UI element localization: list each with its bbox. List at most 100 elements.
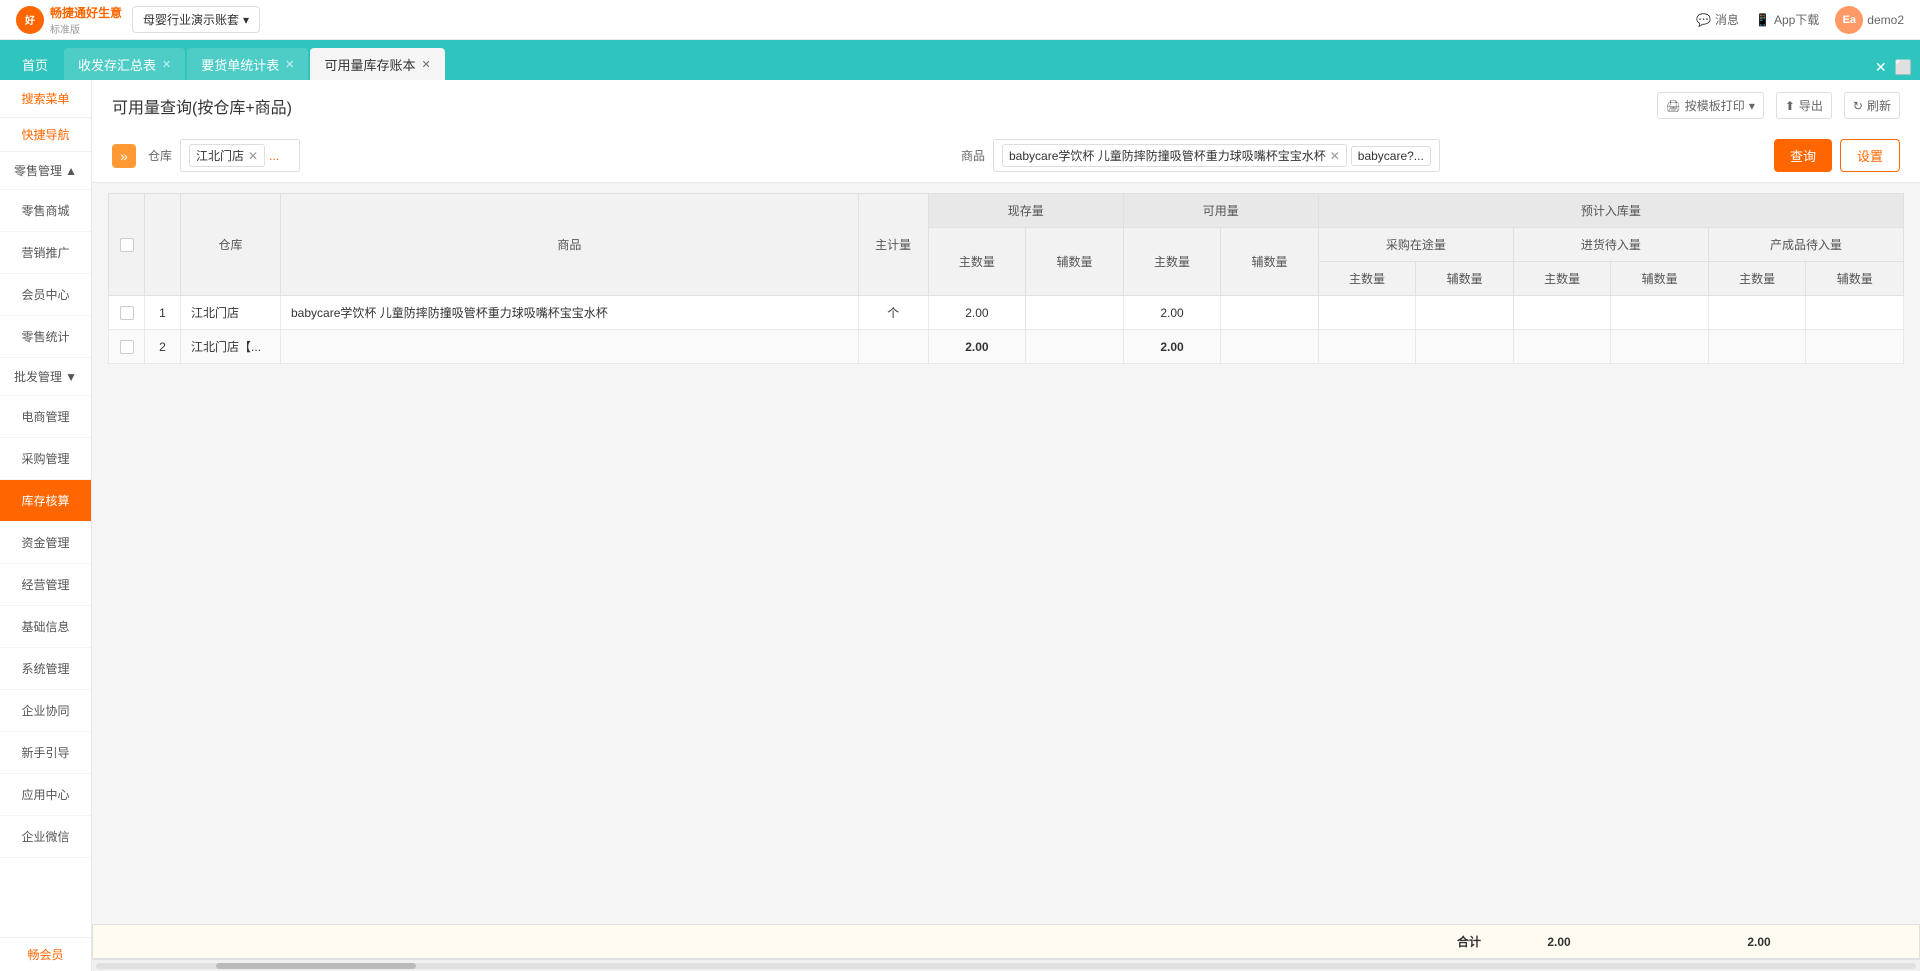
warehouse-filter: 仓库 江北门店 ✕ ...: [148, 139, 949, 172]
tab-receive-send-close[interactable]: ✕: [162, 58, 171, 71]
page-title-row: 可用量查询(按仓库+商品) 🖨 按模板打印 ▾ ⬆ 导出 ↻ 刷新: [112, 92, 1900, 129]
tab-order-stats-close[interactable]: ✕: [285, 58, 294, 71]
th-seq: [145, 194, 181, 296]
tab-order-stats[interactable]: 要货单统计表 ✕: [187, 48, 308, 80]
sidebar-item-enterprise-collab[interactable]: 企业协同: [0, 690, 91, 732]
page-title: 可用量查询(按仓库+商品): [112, 94, 292, 118]
table-row: 1 江北门店 babycare学饮杯 儿童防摔防撞吸管杯重力球吸嘴杯宝宝水杯 个…: [109, 296, 1904, 330]
sidebar-item-stock-check[interactable]: 库存核算: [0, 480, 91, 522]
avatar: Ea: [1835, 6, 1863, 34]
sidebar-item-retail-mgmt[interactable]: 零售管理 ▲: [0, 152, 91, 190]
product-tag-1: babycare学饮杯 儿童防摔防撞吸管杯重力球吸嘴杯宝宝水杯 ✕: [1002, 144, 1347, 167]
th-product: 商品: [281, 194, 859, 296]
warehouse-input[interactable]: 江北门店 ✕ ...: [180, 139, 300, 172]
th-current-sub: 辅数量: [1026, 228, 1124, 296]
user-menu[interactable]: Ea demo2: [1835, 6, 1904, 34]
th-purchase-main: 主数量: [1318, 262, 1416, 296]
th-gear: [109, 194, 145, 296]
dropdown-icon: ▾: [1749, 99, 1755, 113]
sidebar-item-ecom-mgmt[interactable]: 电商管理: [0, 396, 91, 438]
sidebar-item-member-center[interactable]: 会员中心: [0, 274, 91, 316]
tab-home[interactable]: 首页: [8, 48, 62, 80]
industry-selector[interactable]: 母婴行业演示账套 ▾: [132, 6, 260, 33]
th-purchase-in-transit: 采购在途量: [1318, 228, 1513, 262]
sidebar-item-new-guide[interactable]: 新手引导: [0, 732, 91, 774]
table-footer: 合计 2.00 2.00: [92, 924, 1920, 959]
th-product-sub: 辅数量: [1806, 262, 1904, 296]
th-product-pending: 产成品待入量: [1708, 228, 1903, 262]
page-header: 可用量查询(按仓库+商品) 🖨 按模板打印 ▾ ⬆ 导出 ↻ 刷新: [92, 80, 1920, 183]
sidebar-item-app-center[interactable]: 应用中心: [0, 774, 91, 816]
sidebar-quick-nav[interactable]: 快捷导航: [0, 118, 91, 152]
sidebar-item-retail-stats[interactable]: 零售统计: [0, 316, 91, 358]
chevron-down-icon: ▾: [243, 13, 249, 27]
setting-button[interactable]: 设置: [1840, 139, 1900, 172]
chevron-icon: ▲: [65, 164, 77, 178]
table-section: 仓库 商品 主计量 现存量 可用量 预计入库量 主数量 辅数量 主数量 辅数量 …: [92, 183, 1920, 924]
warehouse-tag: 江北门店 ✕: [189, 144, 265, 167]
app-download-btn[interactable]: 📱 App下载: [1755, 11, 1819, 28]
sidebar-item-marketing[interactable]: 营销推广: [0, 232, 91, 274]
filter-toggle-btn[interactable]: »: [112, 144, 136, 168]
page-actions: 🖨 按模板打印 ▾ ⬆ 导出 ↻ 刷新: [1657, 92, 1900, 119]
filter-actions: 查询 设置: [1774, 139, 1900, 172]
sidebar-item-finance-mgmt[interactable]: 资金管理: [0, 522, 91, 564]
horizontal-scrollbar[interactable]: [92, 959, 1920, 971]
tab-available-stock[interactable]: 可用量库存账本 ✕: [310, 48, 444, 80]
scroll-track: [96, 963, 1916, 969]
top-bar-right: 💬 消息 📱 App下载 Ea demo2: [1696, 6, 1904, 34]
sidebar-item-basic-info[interactable]: 基础信息: [0, 606, 91, 648]
sidebar-item-purchase-mgmt[interactable]: 采购管理: [0, 438, 91, 480]
tab-receive-send[interactable]: 收发存汇总表 ✕: [64, 48, 185, 80]
nav-tabs: 首页 收发存汇总表 ✕ 要货单统计表 ✕ 可用量库存账本 ✕ ✕ ⬜: [0, 40, 1920, 80]
sidebar-item-sys-mgmt[interactable]: 系统管理: [0, 648, 91, 690]
chevron-icon2: ▼: [65, 370, 77, 384]
sidebar-item-enterprise-wechat[interactable]: 企业微信: [0, 816, 91, 858]
tab-available-stock-close[interactable]: ✕: [422, 58, 431, 71]
scroll-thumb[interactable]: [216, 963, 416, 969]
data-table: 仓库 商品 主计量 现存量 可用量 预计入库量 主数量 辅数量 主数量 辅数量 …: [108, 193, 1904, 364]
th-forecast-inbound: 预计入库量: [1318, 194, 1903, 228]
refresh-btn[interactable]: ↻ 刷新: [1844, 92, 1900, 119]
product-tag-1-remove[interactable]: ✕: [1330, 149, 1340, 163]
sidebar-item-biz-mgmt[interactable]: 经营管理: [0, 564, 91, 606]
th-main-unit: 主计量: [858, 194, 928, 296]
maximize-icon[interactable]: ⬜: [1895, 59, 1912, 76]
warehouse-tag-remove[interactable]: ✕: [248, 149, 258, 163]
message-icon: 💬: [1696, 13, 1711, 27]
product-filter: 商品 babycare学饮杯 儿童防摔防撞吸管杯重力球吸嘴杯宝宝水杯 ✕ bab…: [961, 139, 1762, 172]
footer-current-main: 2.00: [1509, 935, 1609, 949]
print-icon: 🖨: [1666, 99, 1681, 113]
message-btn[interactable]: 💬 消息: [1696, 11, 1739, 28]
close-window-icon[interactable]: ✕: [1875, 59, 1887, 76]
logo-icon: 好: [16, 6, 44, 34]
th-inbound-sub: 辅数量: [1611, 262, 1709, 296]
th-inbound-pending: 进货待入量: [1513, 228, 1708, 262]
warehouse-more[interactable]: ...: [269, 149, 279, 163]
export-icon: ⬆: [1785, 99, 1795, 113]
sidebar-search[interactable]: 搜索菜单: [0, 80, 91, 118]
refresh-icon: ↻: [1853, 99, 1863, 113]
th-current-stock: 现存量: [928, 194, 1123, 228]
logo-area: 好 畅捷通好生意 标准版: [16, 4, 122, 36]
export-btn[interactable]: ⬆ 导出: [1776, 92, 1832, 119]
footer-label: 合计: [1429, 933, 1509, 950]
th-avail-main: 主数量: [1123, 228, 1221, 296]
sidebar-item-retail-mall[interactable]: 零售商城: [0, 190, 91, 232]
th-available-qty: 可用量: [1123, 194, 1318, 228]
top-bar: 好 畅捷通好生意 标准版 母婴行业演示账套 ▾ 💬 消息 📱 App下载 Ea …: [0, 0, 1920, 40]
sidebar-item-batch-mgmt[interactable]: 批发管理 ▼: [0, 358, 91, 396]
main-layout: 搜索菜单 快捷导航 零售管理 ▲ 零售商城 营销推广 会员中心 零售统计 批发管…: [0, 80, 1920, 971]
tab-window-actions: ✕ ⬜: [1875, 59, 1912, 80]
query-button[interactable]: 查询: [1774, 139, 1832, 172]
product-tag-2: babycare?...: [1351, 146, 1431, 166]
product-input[interactable]: babycare学饮杯 儿童防摔防撞吸管杯重力球吸嘴杯宝宝水杯 ✕ babyca…: [993, 139, 1440, 172]
th-warehouse: 仓库: [181, 194, 281, 296]
logo-text: 畅捷通好生意 标准版: [50, 4, 122, 36]
top-bar-left: 好 畅捷通好生意 标准版 母婴行业演示账套 ▾: [16, 4, 260, 36]
print-template-btn[interactable]: 🖨 按模板打印 ▾: [1657, 92, 1764, 119]
sidebar-item-member[interactable]: 畅会员: [0, 937, 91, 971]
th-current-main: 主数量: [928, 228, 1026, 296]
th-avail-sub: 辅数量: [1221, 228, 1319, 296]
expand-icon: »: [120, 148, 128, 164]
